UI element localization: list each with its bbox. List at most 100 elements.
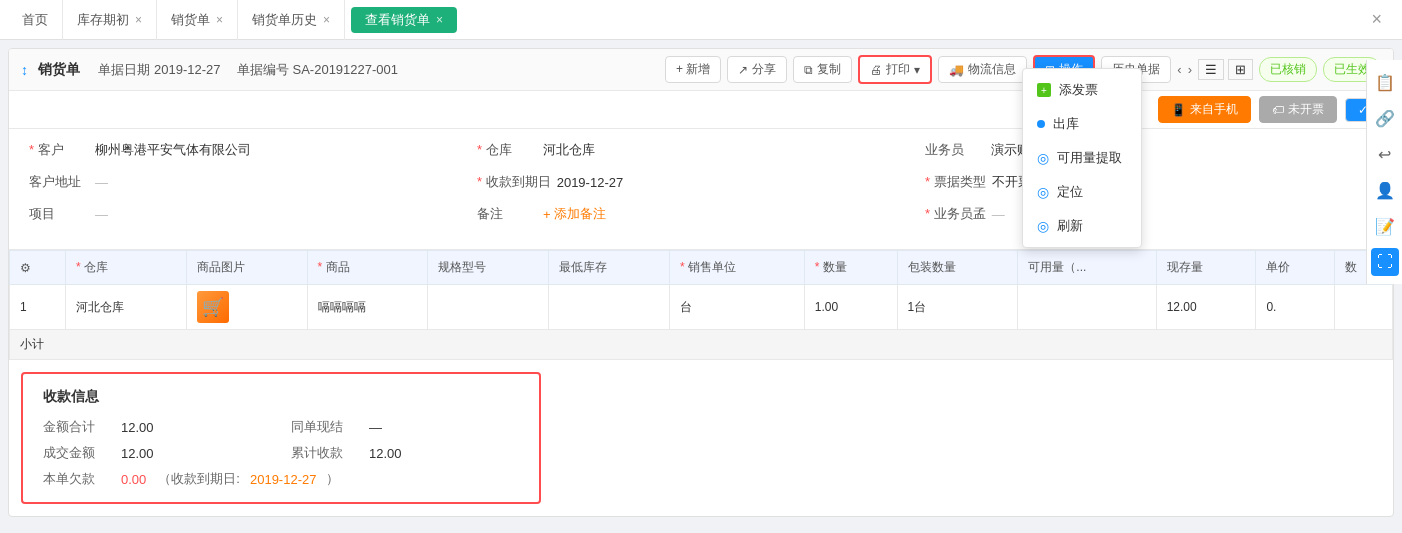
form-row-3: 项目 — 备注 + 添加备注 业务员孟 —	[29, 205, 1373, 223]
due-date-hint-close: ）	[326, 470, 339, 488]
dropdown-outbound[interactable]: 出库	[1023, 107, 1141, 141]
not-open-button[interactable]: 🏷 未开票	[1259, 96, 1337, 123]
print-dropdown-icon: ▾	[914, 63, 920, 77]
tab-sales-close[interactable]: ×	[216, 13, 223, 27]
from-phone-button[interactable]: 📱 来自手机	[1158, 96, 1251, 123]
product-table: ⚙ * 仓库 商品图片 * 商品 规格型号 最低库存 * 销售单位 * 数量 包…	[9, 250, 1393, 360]
note-field: 备注 + 添加备注	[477, 205, 925, 223]
transaction-label: 成交金额	[43, 444, 113, 462]
sidebar-icon-user[interactable]: 👤	[1371, 176, 1399, 204]
tab-inventory-close[interactable]: ×	[135, 13, 142, 27]
salesperson-field: 业务员孟 —	[925, 205, 1373, 223]
dropdown-locate[interactable]: ◎ 定位	[1023, 175, 1141, 209]
grid-view-icon[interactable]: ⊞	[1228, 59, 1253, 80]
tab-sales[interactable]: 销货单 ×	[157, 0, 238, 40]
cell-num: 1	[10, 285, 66, 330]
window-close-button[interactable]: ×	[1359, 9, 1394, 30]
tab-history[interactable]: 销货单历史 ×	[238, 0, 345, 40]
dropdown-available-qty[interactable]: ◎ 可用量提取	[1023, 141, 1141, 175]
table-row: 1 河北仓库 🛒 嗝嗝嗝嗝 台 1.00 1台 12.00 0.	[10, 285, 1393, 330]
sidebar-icon-link[interactable]: 🔗	[1371, 104, 1399, 132]
project-label: 项目	[29, 205, 89, 223]
subtotal-label: 小计	[10, 330, 1393, 360]
customer-label: 客户	[29, 141, 89, 159]
same-order-row: 同单现结 —	[291, 418, 519, 436]
tab-inventory[interactable]: 库存期初 ×	[63, 0, 157, 40]
available-qty-label: 可用量提取	[1057, 149, 1122, 167]
print-button[interactable]: 🖨 打印 ▾	[858, 55, 932, 84]
tab-view-sales-close[interactable]: ×	[436, 13, 443, 27]
doc-title-area: ↕ 销货单 单据日期 2019-12-27 单据编号 SA-20191227-0…	[21, 61, 398, 79]
col-spec: 规格型号	[428, 251, 549, 285]
current-due-label: 本单欠款	[43, 470, 113, 488]
warehouse-field: 仓库 河北仓库	[477, 141, 925, 159]
col-available: 可用量（...	[1018, 251, 1156, 285]
cell-price: 0.	[1256, 285, 1335, 330]
col-unit: * 销售单位	[669, 251, 804, 285]
cell-img: 🛒	[186, 285, 307, 330]
doc-number-value: SA-20191227-001	[293, 62, 399, 77]
staff-field: 业务员 演示账号	[925, 141, 1373, 159]
col-settings[interactable]: ⚙	[10, 251, 66, 285]
col-warehouse: * 仓库	[66, 251, 187, 285]
cell-qty: 1.00	[804, 285, 897, 330]
print-icon: 🖨	[870, 63, 882, 77]
add-note-button[interactable]: + 添加备注	[543, 205, 606, 223]
add-invoice-icon: +	[1037, 83, 1051, 97]
due-date-hint: （收款到期日:	[158, 470, 240, 488]
phone-icon: 📱	[1171, 103, 1186, 117]
current-due-value: 0.00	[121, 472, 146, 487]
right-sidebar: 📋 🔗 ↩ 👤 📝 ⛶	[1366, 60, 1402, 284]
dropdown-refresh[interactable]: ◎ 刷新	[1023, 209, 1141, 243]
col-min-stock: 最低库存	[549, 251, 670, 285]
doc-type-label: 销货单	[38, 61, 80, 79]
list-view-icon[interactable]: ☰	[1198, 59, 1224, 80]
share-button[interactable]: ↗ 分享	[727, 56, 787, 83]
total-amount-value: 12.00	[121, 420, 154, 435]
product-table-wrapper: ⚙ * 仓库 商品图片 * 商品 规格型号 最低库存 * 销售单位 * 数量 包…	[9, 249, 1393, 360]
sidebar-icon-note[interactable]: 📝	[1371, 212, 1399, 240]
due-date-field: 收款到期日 2019-12-27	[477, 173, 925, 191]
copy-button[interactable]: ⧉ 复制	[793, 56, 852, 83]
locate-label: 定位	[1057, 183, 1083, 201]
cell-pkg-qty: 1台	[897, 285, 1018, 330]
sidebar-icon-copy[interactable]: 📋	[1371, 68, 1399, 96]
warehouse-label: 仓库	[477, 141, 537, 159]
project-value: —	[95, 207, 108, 222]
payment-title: 收款信息	[43, 388, 519, 406]
customer-field: 客户 柳州粤港平安气体有限公司	[29, 141, 477, 159]
add-button[interactable]: + 新增	[665, 56, 721, 83]
customer-value: 柳州粤港平安气体有限公司	[95, 141, 251, 159]
locate-icon: ◎	[1037, 184, 1049, 200]
salesperson-label: 业务员孟	[925, 205, 986, 223]
product-image: 🛒	[197, 291, 229, 323]
col-pkg-qty: 包装数量	[897, 251, 1018, 285]
sidebar-icon-undo[interactable]: ↩	[1371, 140, 1399, 168]
doc-date-item: 单据日期 2019-12-27	[98, 61, 221, 79]
total-amount-label: 金额合计	[43, 418, 113, 436]
tab-history-close[interactable]: ×	[323, 13, 330, 27]
form-row-1: 客户 柳州粤港平安气体有限公司 仓库 河北仓库 业务员 演示账号	[29, 141, 1373, 159]
tab-bar: 首页 库存期初 × 销货单 × 销货单历史 × 查看销货单 × ×	[0, 0, 1402, 40]
nav-next-icon[interactable]: ›	[1188, 62, 1192, 77]
tab-view-sales[interactable]: 查看销货单 ×	[351, 7, 457, 33]
tab-home[interactable]: 首页	[8, 0, 63, 40]
due-date-hint-value: 2019-12-27	[250, 472, 317, 487]
sidebar-icon-expand[interactable]: ⛶	[1371, 248, 1399, 276]
form-row-2: 客户地址 — 收款到期日 2019-12-27 票据类型 不开票	[29, 173, 1373, 191]
due-date-label: 收款到期日	[477, 173, 551, 191]
payment-box: 收款信息 金额合计 12.00 同单现结 — 成交金额 12.00 累计收款 1…	[21, 372, 541, 504]
bottom-area: 收款信息 金额合计 12.00 同单现结 — 成交金额 12.00 累计收款 1…	[9, 360, 1393, 516]
view-toggle: ☰ ⊞	[1198, 59, 1253, 80]
address-value: —	[95, 175, 108, 190]
logistics-button[interactable]: 🚚 物流信息	[938, 56, 1027, 83]
total-amount-row: 金额合计 12.00	[43, 418, 271, 436]
col-stock: 现存量	[1156, 251, 1256, 285]
transaction-row: 成交金额 12.00	[43, 444, 271, 462]
dropdown-add-invoice[interactable]: + 添发票	[1023, 73, 1141, 107]
cell-min-stock	[549, 285, 670, 330]
address-label: 客户地址	[29, 173, 89, 191]
nav-prev-icon[interactable]: ‹	[1177, 62, 1181, 77]
transaction-value: 12.00	[121, 446, 154, 461]
address-field: 客户地址 —	[29, 173, 477, 191]
